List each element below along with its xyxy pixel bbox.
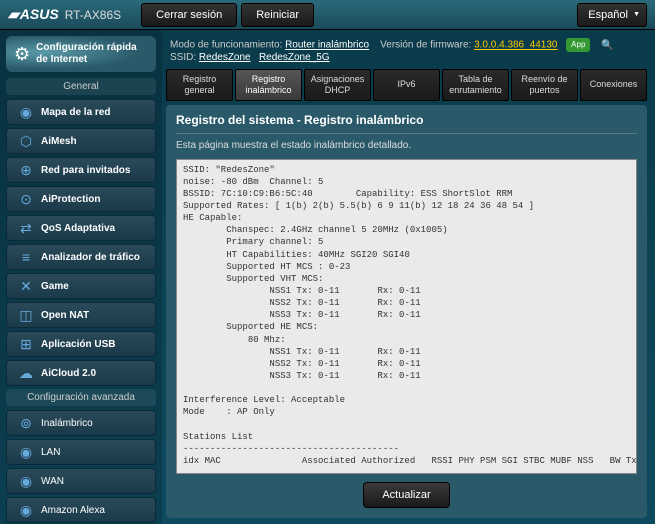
sidebar-item-lan[interactable]: ◉ LAN	[6, 439, 156, 465]
tab-registro-general[interactable]: Registro general	[166, 69, 233, 101]
sidebar-item-aimesh[interactable]: ⬡ AiMesh	[6, 128, 156, 154]
menu-icon: ⊞	[15, 336, 37, 353]
tab-tabla-de-enrutamiento[interactable]: Tabla de enrutamiento	[442, 69, 509, 101]
app-badge[interactable]: App	[566, 38, 590, 52]
menu-label: Mapa de la red	[41, 107, 110, 118]
menu-icon: ⬡	[15, 133, 37, 150]
reboot-button[interactable]: Reiniciar	[241, 3, 314, 27]
menu-icon: ⊙	[15, 191, 37, 208]
ssid2-link[interactable]: RedesZone_5G	[259, 52, 330, 63]
menu-icon: ◫	[15, 307, 37, 324]
menu-icon: ⊕	[15, 162, 37, 179]
logout-button[interactable]: Cerrar sesión	[141, 3, 237, 27]
sidebar-header-general: General	[6, 78, 156, 95]
log-panel: Registro del sistema - Registro inalámbr…	[166, 105, 647, 518]
menu-label: Game	[41, 281, 69, 292]
menu-label: LAN	[41, 447, 60, 458]
panel-title: Registro del sistema - Registro inalámbr…	[176, 113, 637, 134]
menu-label: Red para invitados	[41, 165, 130, 176]
quick-internet-setup-button[interactable]: ⚙ Configuración rápida de Internet	[6, 36, 156, 72]
menu-label: AiProtection	[41, 194, 100, 205]
firmware-link[interactable]: 3.0.0.4.386_44130	[474, 40, 557, 51]
menu-icon: ◉	[15, 502, 37, 519]
sidebar: ⚙ Configuración rápida de Internet Gener…	[0, 30, 162, 524]
info-bar: Modo de funcionamiento: Router inalámbri…	[166, 36, 647, 65]
content-area: Modo de funcionamiento: Router inalámbri…	[162, 30, 655, 524]
model-name: RT-AX86S	[65, 8, 121, 22]
menu-label: Open NAT	[41, 310, 89, 321]
sidebar-item-aplicación-usb[interactable]: ⊞ Aplicación USB	[6, 331, 156, 357]
wireless-log-textarea[interactable]: SSID: "RedesZone" noise: -80 dBm Channel…	[176, 159, 637, 474]
tab-asignaciones-dhcp[interactable]: Asignaciones DHCP	[304, 69, 371, 101]
mode-value-link[interactable]: Router inalámbrico	[285, 40, 369, 51]
qis-label: Configuración rápida de Internet	[36, 42, 148, 66]
sidebar-item-game[interactable]: ✕ Game	[6, 273, 156, 299]
sidebar-item-qos-adaptativa[interactable]: ⇄ QoS Adaptativa	[6, 215, 156, 241]
tab-ipv6[interactable]: IPv6	[373, 69, 440, 101]
menu-label: WAN	[41, 476, 64, 487]
ssid-label: SSID:	[170, 52, 196, 63]
sidebar-item-open-nat[interactable]: ◫ Open NAT	[6, 302, 156, 328]
sidebar-item-wan[interactable]: ◉ WAN	[6, 468, 156, 494]
menu-icon: ✕	[15, 278, 37, 295]
qis-icon: ⚙	[14, 44, 30, 65]
brand-logo: ASUS	[8, 6, 59, 23]
menu-icon: ◉	[15, 473, 37, 490]
menu-icon: ☁	[15, 365, 37, 382]
mode-label: Modo de funcionamiento:	[170, 40, 282, 51]
menu-label: AiMesh	[41, 136, 77, 147]
sidebar-item-analizador-de-tráfico[interactable]: ≡ Analizador de tráfico	[6, 244, 156, 270]
sidebar-item-aiprotection[interactable]: ⊙ AiProtection	[6, 186, 156, 212]
sidebar-item-red-para-invitados[interactable]: ⊕ Red para invitados	[6, 157, 156, 183]
menu-label: Aplicación USB	[41, 339, 115, 350]
sidebar-item-mapa-de-la-red[interactable]: ◉ Mapa de la red	[6, 99, 156, 125]
sidebar-item-amazon-alexa[interactable]: ◉ Amazon Alexa	[6, 497, 156, 523]
menu-icon: ≡	[15, 249, 37, 265]
ssid1-link[interactable]: RedesZone	[199, 52, 251, 63]
tab-reenvío-de-puertos[interactable]: Reenvío de puertos	[511, 69, 578, 101]
menu-icon: ⊚	[15, 415, 37, 432]
menu-icon: ◉	[15, 444, 37, 461]
menu-label: Analizador de tráfico	[41, 252, 140, 263]
menu-icon: ◉	[15, 104, 37, 121]
sidebar-item-inalámbrico[interactable]: ⊚ Inalámbrico	[6, 410, 156, 436]
firmware-label: Versión de firmware:	[380, 40, 471, 51]
panel-description: Esta página muestra el estado inalámbric…	[176, 140, 637, 151]
search-icon[interactable]: 🔍	[601, 40, 613, 51]
menu-label: QoS Adaptativa	[41, 223, 115, 234]
menu-label: Amazon Alexa	[41, 505, 105, 516]
menu-icon: ⇄	[15, 220, 37, 237]
update-button[interactable]: Actualizar	[363, 482, 449, 508]
menu-label: Inalámbrico	[41, 418, 93, 429]
tab-bar: Registro generalRegistro inalámbricoAsig…	[166, 69, 647, 101]
language-selector[interactable]: Español	[577, 3, 647, 27]
sidebar-item-aicloud-2.0[interactable]: ☁ AiCloud 2.0	[6, 360, 156, 386]
tab-registro-inalámbrico[interactable]: Registro inalámbrico	[235, 69, 302, 101]
tab-conexiones[interactable]: Conexiones	[580, 69, 647, 101]
menu-label: AiCloud 2.0	[41, 368, 96, 379]
sidebar-header-advanced: Configuración avanzada	[6, 389, 156, 406]
top-bar: ASUS RT-AX86S Cerrar sesión Reiniciar Es…	[0, 0, 655, 30]
